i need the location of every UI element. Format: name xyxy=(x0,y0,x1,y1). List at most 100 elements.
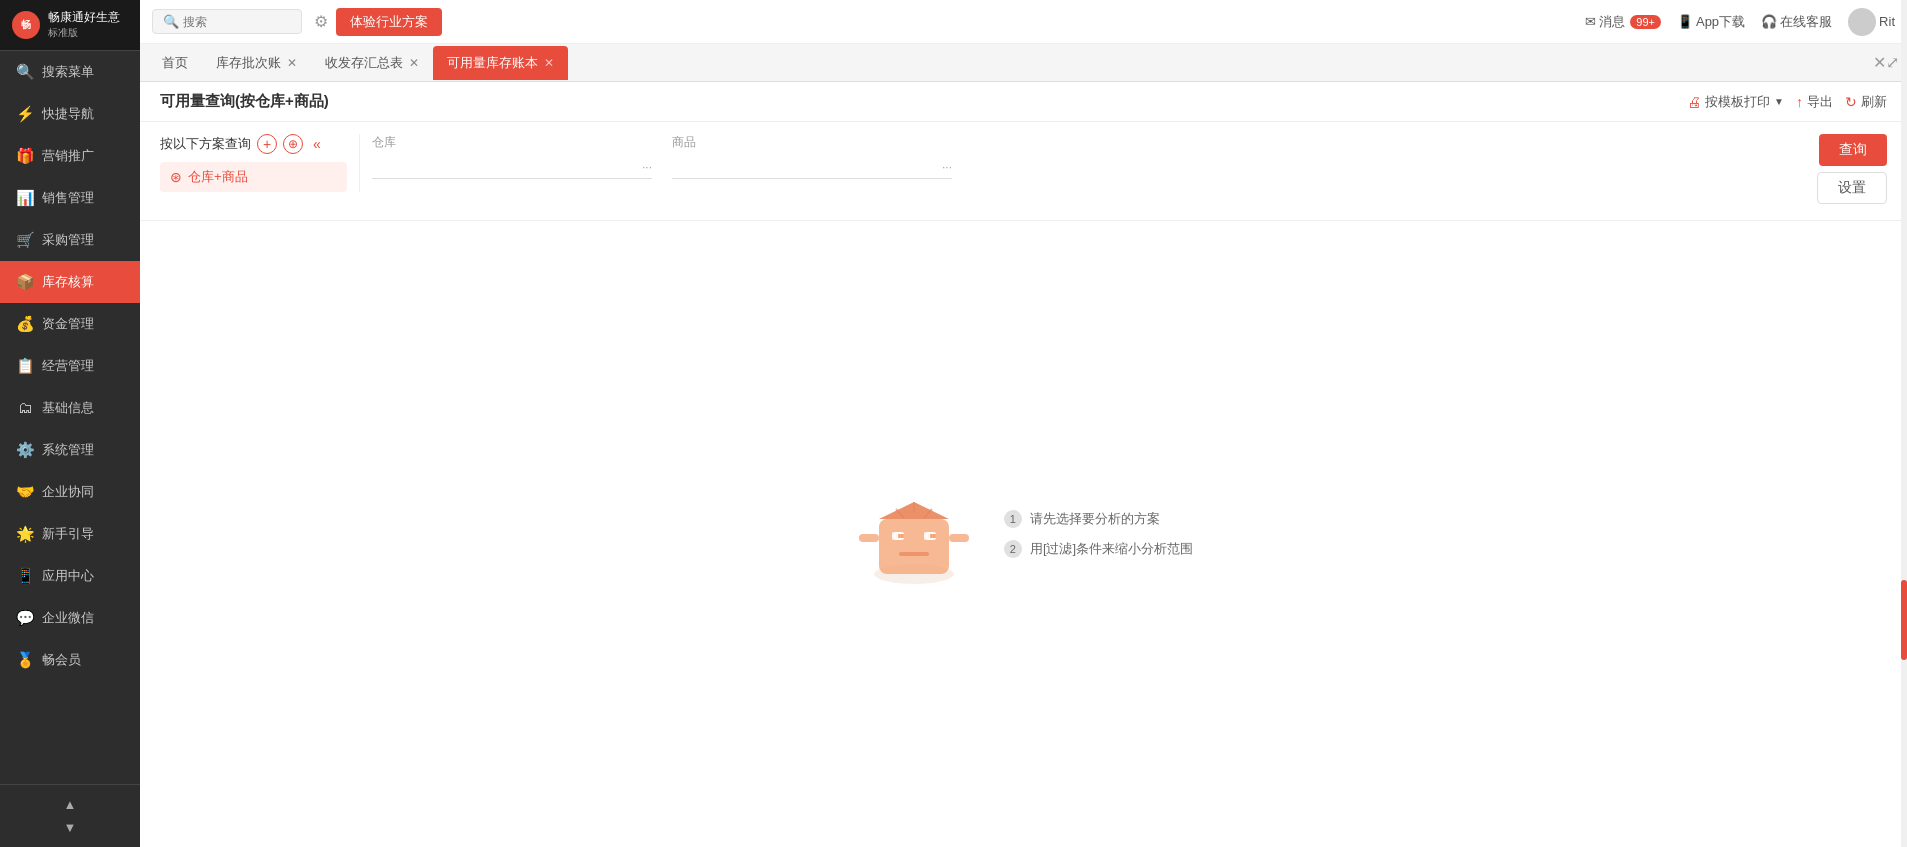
sidebar-nav: 🔍 搜索菜单 ⚡ 快捷导航 🎁 营销推广 📊 销售管理 🛒 采购管理 📦 库存核… xyxy=(0,51,140,784)
sidebar-label-enterprise: 企业协同 xyxy=(42,483,94,501)
app-download-btn[interactable]: 📱 App下载 xyxy=(1677,13,1745,31)
print-dropdown-icon[interactable]: ▼ xyxy=(1774,96,1784,107)
tab-available-stock[interactable]: 可用量库存账本 ✕ xyxy=(433,46,568,80)
filter-field-product: 商品 ··· xyxy=(672,134,952,179)
search-input[interactable] xyxy=(183,15,283,29)
tab-batch-close[interactable]: ✕ xyxy=(287,56,297,70)
sidebar-item-search[interactable]: 🔍 搜索菜单 xyxy=(0,51,140,93)
sidebar-scroll-up[interactable]: ▲ xyxy=(8,793,132,816)
sidebar-header: 畅 畅康通好生意 标准版 xyxy=(0,0,140,51)
message-btn[interactable]: ✉ 消息 99+ xyxy=(1585,13,1661,31)
sidebar-item-newbie[interactable]: 🌟 新手引导 xyxy=(0,513,140,555)
sidebar-title: 畅康通好生意 xyxy=(48,10,120,26)
sidebar-label-inventory: 库存核算 xyxy=(42,273,94,291)
tabs-close-btn[interactable]: ✕ xyxy=(1873,53,1886,72)
sidebar-item-operations[interactable]: 📋 经营管理 xyxy=(0,345,140,387)
sidebar-item-enterprise[interactable]: 🤝 企业协同 xyxy=(0,471,140,513)
industry-btn[interactable]: 体验行业方案 xyxy=(336,8,442,36)
query-btn[interactable]: 查询 xyxy=(1819,134,1887,166)
topbar-search-box[interactable]: 🔍 xyxy=(152,9,302,34)
collapse-btn[interactable]: « xyxy=(313,136,321,152)
tab-receipt-close[interactable]: ✕ xyxy=(409,56,419,70)
product-input[interactable] xyxy=(672,159,936,174)
message-badge: 99+ xyxy=(1630,15,1661,29)
sidebar-label-apps: 应用中心 xyxy=(42,567,94,585)
filter-field-warehouse: 仓库 ··· xyxy=(372,134,652,179)
sidebar-footer: ▲ ▼ xyxy=(0,784,140,847)
right-scrollbar[interactable] xyxy=(1901,0,1907,847)
wechat-icon: 💬 xyxy=(16,609,34,627)
tabs-bar: 首页 库存批次账 ✕ 收发存汇总表 ✕ 可用量库存账本 ✕ ✕ ⤢ xyxy=(140,44,1907,82)
add-scheme-btn[interactable]: + xyxy=(257,134,277,154)
sidebar-item-purchase[interactable]: 🛒 采购管理 xyxy=(0,219,140,261)
sidebar-item-marketing[interactable]: 🎁 营销推广 xyxy=(0,135,140,177)
warehouse-more-btn[interactable]: ··· xyxy=(642,160,652,174)
gear-icon: ⚙️ xyxy=(16,441,34,459)
headset-icon: 🎧 xyxy=(1761,14,1777,29)
refresh-btn[interactable]: ↻ 刷新 xyxy=(1845,93,1887,111)
tab-available-label: 可用量库存账本 xyxy=(447,54,538,72)
tab-home[interactable]: 首页 xyxy=(148,46,202,80)
sidebar: 畅 畅康通好生意 标准版 🔍 搜索菜单 ⚡ 快捷导航 🎁 营销推广 📊 销售管理… xyxy=(0,0,140,847)
filter-fields: 仓库 ··· 商品 ··· xyxy=(372,134,1797,179)
online-service-btn[interactable]: 🎧 在线客服 xyxy=(1761,13,1832,31)
page-header: 可用量查询(按仓库+商品) 🖨 按模板打印 ▼ ↑ 导出 ↻ 刷新 xyxy=(140,82,1907,122)
logo-text: 畅 xyxy=(21,18,31,32)
sidebar-label-newbie: 新手引导 xyxy=(42,525,94,543)
filter-row: 仓库 ··· 商品 ··· xyxy=(372,134,1797,179)
scrollbar-thumb xyxy=(1901,580,1907,660)
empty-step-2: 2 用[过滤]条件来缩小分析范围 xyxy=(1004,540,1193,558)
manage-scheme-btn[interactable]: ⊕ xyxy=(283,134,303,154)
page-actions: 🖨 按模板打印 ▼ ↑ 导出 ↻ 刷新 xyxy=(1687,93,1887,111)
cart-icon: 🛒 xyxy=(16,231,34,249)
scheme-label: 仓库+商品 xyxy=(188,168,248,186)
search-icon: 🔍 xyxy=(16,63,34,81)
chart-icon: 📊 xyxy=(16,189,34,207)
sidebar-item-inventory[interactable]: 📦 库存核算 xyxy=(0,261,140,303)
svg-rect-7 xyxy=(899,552,929,556)
sidebar-label-marketing: 营销推广 xyxy=(42,147,94,165)
sidebar-item-finance[interactable]: 💰 资金管理 xyxy=(0,303,140,345)
sidebar-label-system: 系统管理 xyxy=(42,441,94,459)
sidebar-label-member: 畅会员 xyxy=(42,651,81,669)
money-icon: 💰 xyxy=(16,315,34,333)
refresh-icon: ↻ xyxy=(1845,94,1857,110)
warehouse-input[interactable] xyxy=(372,159,636,174)
tab-batch-account[interactable]: 库存批次账 ✕ xyxy=(202,46,311,80)
filter-scheme-label: 按以下方案查询 xyxy=(160,135,251,153)
sidebar-item-apps[interactable]: 📱 应用中心 xyxy=(0,555,140,597)
export-btn[interactable]: ↑ 导出 xyxy=(1796,93,1833,111)
settings-btn[interactable]: 设置 xyxy=(1817,172,1887,204)
product-more-btn[interactable]: ··· xyxy=(942,160,952,174)
scheme-icon: ⊛ xyxy=(170,169,182,185)
sidebar-scroll-down[interactable]: ▼ xyxy=(8,816,132,839)
svg-rect-6 xyxy=(930,534,936,538)
settings-icon[interactable]: ⚙ xyxy=(314,12,328,31)
sidebar-item-basic[interactable]: 🗂 基础信息 xyxy=(0,387,140,429)
print-btn[interactable]: 🖨 按模板打印 ▼ xyxy=(1687,93,1784,111)
scheme-item-warehouse-product[interactable]: ⊛ 仓库+商品 xyxy=(160,162,347,192)
app-download-label: App下载 xyxy=(1696,13,1745,31)
tab-available-close[interactable]: ✕ xyxy=(544,56,554,70)
print-label: 按模板打印 xyxy=(1705,93,1770,111)
sidebar-subtitle: 标准版 xyxy=(48,26,120,40)
tabs-expand-btn[interactable]: ⤢ xyxy=(1886,53,1899,72)
sidebar-item-wechat[interactable]: 💬 企业微信 xyxy=(0,597,140,639)
sidebar-item-system[interactable]: ⚙️ 系统管理 xyxy=(0,429,140,471)
topbar-search-icon: 🔍 xyxy=(163,14,179,29)
sidebar-item-shortcut[interactable]: ⚡ 快捷导航 xyxy=(0,93,140,135)
warehouse-label: 仓库 xyxy=(372,134,652,151)
tab-receipt-summary[interactable]: 收发存汇总表 ✕ xyxy=(311,46,433,80)
step-num-1: 1 xyxy=(1004,510,1022,528)
sidebar-brand: 畅康通好生意 标准版 xyxy=(48,10,120,40)
sidebar-item-sales[interactable]: 📊 销售管理 xyxy=(0,177,140,219)
empty-step-1: 1 请先选择要分析的方案 xyxy=(1004,510,1193,528)
sidebar-label-search: 搜索菜单 xyxy=(42,63,94,81)
svg-rect-1 xyxy=(879,519,949,574)
svg-rect-9 xyxy=(949,534,969,542)
step-1-text: 请先选择要分析的方案 xyxy=(1030,510,1160,528)
empty-state: 1 请先选择要分析的方案 2 用[过滤]条件来缩小分析范围 xyxy=(140,221,1907,847)
user-area[interactable]: Rit xyxy=(1848,8,1895,36)
handshake-icon: 🤝 xyxy=(16,483,34,501)
sidebar-item-member[interactable]: 🏅 畅会员 xyxy=(0,639,140,681)
